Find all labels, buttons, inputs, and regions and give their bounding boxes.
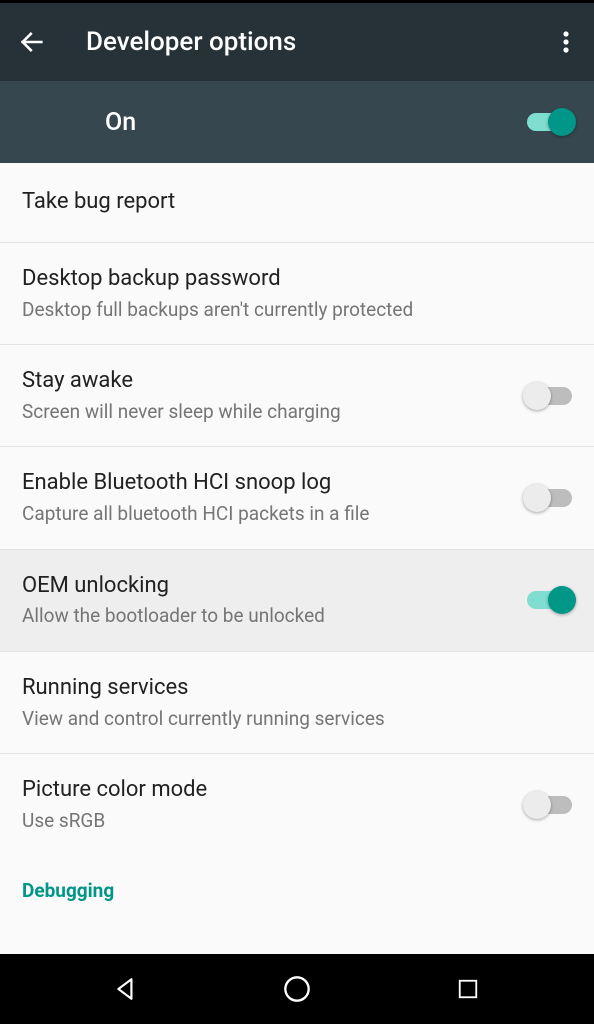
- toggle-knob: [523, 791, 551, 819]
- nav-back-icon[interactable]: [76, 954, 176, 1024]
- text-block: Running services View and control curren…: [22, 674, 572, 731]
- toggle-knob: [523, 382, 551, 410]
- item-title: Enable Bluetooth HCI snoop log: [22, 469, 507, 498]
- text-block: Stay awake Screen will never sleep while…: [22, 367, 507, 424]
- back-arrow-icon[interactable]: [18, 28, 46, 56]
- item-subtitle: Allow the bootloader to be unlocked: [22, 603, 507, 629]
- item-take-bug-report[interactable]: Take bug report: [0, 163, 594, 243]
- app-bar-title: Developer options: [86, 27, 552, 57]
- text-block: Enable Bluetooth HCI snoop log Capture a…: [22, 469, 507, 526]
- text-block: Take bug report: [22, 188, 572, 217]
- item-title: Picture color mode: [22, 776, 507, 805]
- master-switch-row[interactable]: On: [0, 81, 594, 163]
- text-block: OEM unlocking Allow the bootloader to be…: [22, 572, 507, 629]
- nav-home-icon[interactable]: [247, 954, 347, 1024]
- item-picture-color-mode[interactable]: Picture color mode Use sRGB: [0, 754, 594, 855]
- stay-awake-toggle[interactable]: [527, 387, 572, 405]
- item-title: Desktop backup password: [22, 265, 572, 294]
- bluetooth-hci-toggle[interactable]: [527, 489, 572, 507]
- item-title: Stay awake: [22, 367, 507, 396]
- item-title: Running services: [22, 674, 572, 703]
- master-switch-label: On: [105, 108, 507, 137]
- item-bluetooth-hci-snoop[interactable]: Enable Bluetooth HCI snoop log Capture a…: [0, 447, 594, 549]
- item-subtitle: Capture all bluetooth HCI packets in a f…: [22, 501, 507, 527]
- item-subtitle: Screen will never sleep while charging: [22, 399, 507, 425]
- item-running-services[interactable]: Running services View and control curren…: [0, 652, 594, 754]
- item-subtitle: Use sRGB: [22, 808, 507, 834]
- toggle-knob: [548, 586, 576, 614]
- item-subtitle: Desktop full backups aren't currently pr…: [22, 297, 572, 323]
- picture-color-toggle[interactable]: [527, 796, 572, 814]
- text-block: Picture color mode Use sRGB: [22, 776, 507, 833]
- item-title: OEM unlocking: [22, 572, 507, 601]
- settings-list: Take bug report Desktop backup password …: [0, 163, 594, 954]
- nav-recent-icon[interactable]: [418, 954, 518, 1024]
- item-subtitle: View and control currently running servi…: [22, 706, 572, 732]
- item-oem-unlocking[interactable]: OEM unlocking Allow the bootloader to be…: [0, 550, 594, 652]
- toggle-knob: [548, 108, 576, 136]
- item-title: Take bug report: [22, 188, 572, 217]
- toggle-knob: [523, 484, 551, 512]
- item-stay-awake[interactable]: Stay awake Screen will never sleep while…: [0, 345, 594, 447]
- section-header-debugging: Debugging: [0, 855, 594, 912]
- overflow-menu-icon[interactable]: [552, 28, 580, 56]
- text-block: Desktop backup password Desktop full bac…: [22, 265, 572, 322]
- master-switch-toggle[interactable]: [527, 113, 572, 131]
- item-desktop-backup-password[interactable]: Desktop backup password Desktop full bac…: [0, 243, 594, 345]
- oem-unlocking-toggle[interactable]: [527, 591, 572, 609]
- app-bar: Developer options: [0, 3, 594, 81]
- navigation-bar: [0, 954, 594, 1024]
